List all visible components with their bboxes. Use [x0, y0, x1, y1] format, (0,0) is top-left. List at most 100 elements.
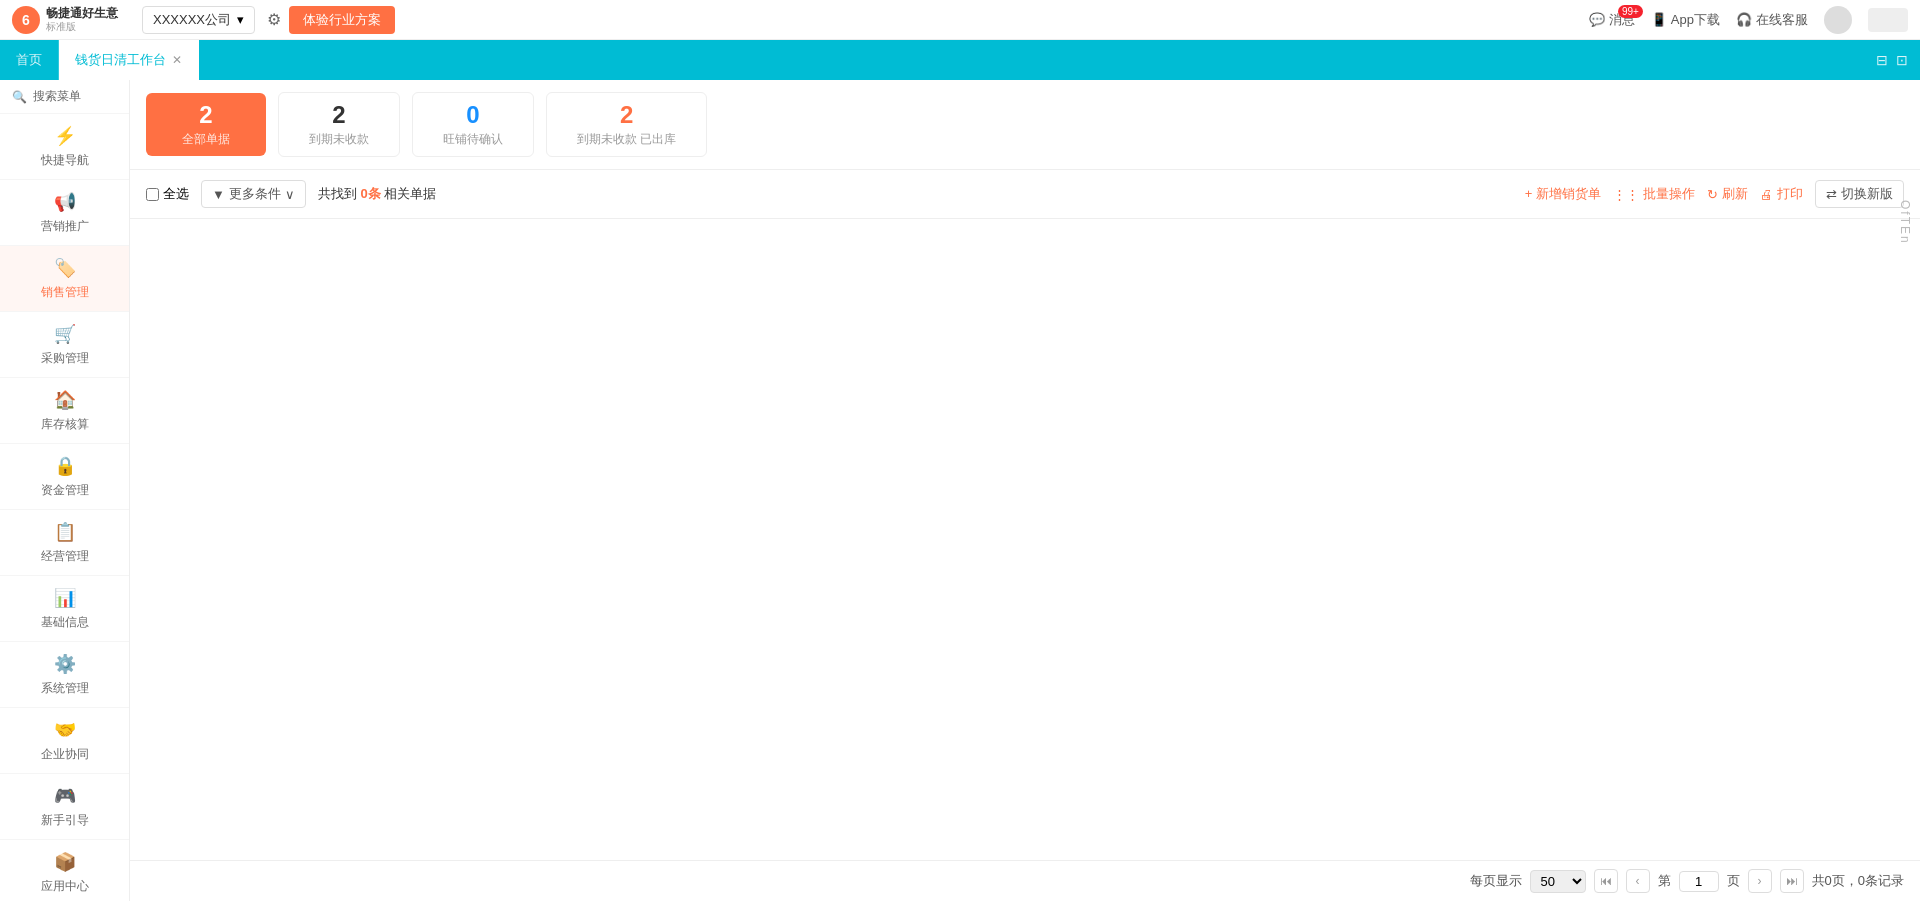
batch-label: 批量操作: [1643, 185, 1695, 203]
stat-all-label: 全部单据: [182, 131, 230, 148]
tab-minimize-icon[interactable]: ⊟: [1876, 52, 1888, 68]
marketing-icon: 📢: [53, 190, 77, 214]
prev-page-button[interactable]: ‹: [1626, 869, 1650, 893]
message-icon: 💬: [1589, 12, 1605, 27]
sidebar-item-label: 新手引导: [41, 812, 89, 829]
online-service-button[interactable]: 🎧 在线客服: [1736, 11, 1808, 29]
page-input[interactable]: [1679, 871, 1719, 892]
sidebar-item-label: 系统管理: [41, 680, 89, 697]
company-name: XXXXXX公司: [153, 11, 231, 29]
sidebar-item-finance[interactable]: 🔒 资金管理: [0, 444, 129, 510]
purchase-icon: 🛒: [53, 322, 77, 346]
sidebar-item-label: 库存核算: [41, 416, 89, 433]
operations-icon: 📋: [53, 520, 77, 544]
total-info: 共0页，0条记录: [1812, 872, 1904, 890]
tab-actions-right: ⊟ ⊡: [1876, 52, 1920, 68]
per-page-select[interactable]: 50 100 200: [1530, 870, 1586, 893]
sidebar-item-basics[interactable]: 📊 基础信息: [0, 576, 129, 642]
print-label: 打印: [1777, 185, 1803, 203]
stat-all-number: 2: [199, 101, 212, 129]
stat-shipped-number: 2: [620, 101, 633, 129]
sidebar-item-marketing[interactable]: 📢 营销推广: [0, 180, 129, 246]
refresh-label: 刷新: [1722, 185, 1748, 203]
tab-maximize-icon[interactable]: ⊡: [1896, 52, 1908, 68]
print-button[interactable]: 🖨 打印: [1760, 185, 1803, 203]
user-name[interactable]: [1868, 8, 1908, 32]
system-icon: ⚙️: [53, 652, 77, 676]
gear-icon[interactable]: ⚙: [267, 10, 281, 29]
guide-icon: 🎮: [53, 784, 77, 808]
stats-row: 2 全部单据 2 到期未收款 0 旺铺待确认 2 到期未收款 已出库: [130, 80, 1920, 170]
stat-card-all[interactable]: 2 全部单据: [146, 93, 266, 156]
stat-card-shipped[interactable]: 2 到期未收款 已出库: [546, 92, 707, 157]
tab-home-label: 首页: [16, 51, 42, 69]
select-all-input[interactable]: [146, 188, 159, 201]
filter-button[interactable]: ▼ 更多条件 ∨: [201, 180, 306, 208]
header-actions: ⚙ 体验行业方案: [267, 6, 395, 34]
sidebar-item-system[interactable]: ⚙️ 系统管理: [0, 642, 129, 708]
batch-operation-button[interactable]: ⋮⋮ 批量操作: [1613, 185, 1695, 203]
first-page-button[interactable]: ⏮: [1594, 869, 1618, 893]
sidebar-search[interactable]: 🔍 搜索菜单: [0, 80, 129, 114]
stat-card-pending[interactable]: 0 旺铺待确认: [412, 92, 534, 157]
sidebar-item-quicknav[interactable]: ⚡ 快捷导航: [0, 114, 129, 180]
switch-version-button[interactable]: ⇄ 切换新版: [1815, 180, 1904, 208]
sidebar: 🔍 搜索菜单 ⚡ 快捷导航 📢 营销推广 🏷️ 销售管理 🛒 采购管理 🏠 库存…: [0, 80, 130, 901]
online-service-label: 在线客服: [1756, 11, 1808, 29]
often-label: OfTEn: [1898, 200, 1912, 781]
page-label: 第: [1658, 872, 1671, 890]
stat-pending-label: 旺铺待确认: [443, 131, 503, 148]
top-header: 6 畅捷通好生意 标准版 XXXXXX公司 ▾ ⚙ 体验行业方案 💬 消息 99…: [0, 0, 1920, 40]
sidebar-item-enterprise[interactable]: 🤝 企业协同: [0, 708, 129, 774]
logo-sub: 标准版: [46, 21, 118, 33]
quicknav-icon: ⚡: [53, 124, 77, 148]
tab-close-icon[interactable]: ✕: [172, 53, 182, 67]
stat-shipped-label: 到期未收款 已出库: [577, 131, 676, 148]
sidebar-item-operations[interactable]: 📋 经营管理: [0, 510, 129, 576]
appcenter-icon: 📦: [53, 850, 77, 874]
search-icon: 🔍: [12, 90, 27, 104]
found-count: 0条: [361, 186, 381, 201]
refresh-button[interactable]: ↻ 刷新: [1707, 185, 1748, 203]
sidebar-item-sales[interactable]: 🏷️ 销售管理: [0, 246, 129, 312]
experience-button[interactable]: 体验行业方案: [289, 6, 395, 34]
enterprise-icon: 🤝: [53, 718, 77, 742]
header-right: 💬 消息 99+ 📱 App下载 🎧 在线客服: [1589, 6, 1908, 34]
last-page-button[interactable]: ⏭: [1780, 869, 1804, 893]
footer-pagination: 每页显示 50 100 200 ⏮ ‹ 第 页 › ⏭ 共0页，0条记录: [130, 860, 1920, 901]
stat-overdue-label: 到期未收款: [309, 131, 369, 148]
user-avatar[interactable]: [1824, 6, 1852, 34]
stat-overdue-number: 2: [332, 101, 345, 129]
messages-button[interactable]: 💬 消息 99+: [1589, 11, 1635, 29]
sidebar-item-purchase[interactable]: 🛒 采购管理: [0, 312, 129, 378]
search-menu-label: 搜索菜单: [33, 88, 81, 105]
toolbar-right: + 新增销货单 ⋮⋮ 批量操作 ↻ 刷新 🖨 打印 ⇄ 切换新版: [1525, 180, 1904, 208]
select-all-checkbox[interactable]: 全选: [146, 185, 189, 203]
sidebar-item-label: 应用中心: [41, 878, 89, 895]
sidebar-item-inventory[interactable]: 🏠 库存核算: [0, 378, 129, 444]
switch-label: 切换新版: [1841, 185, 1893, 203]
tab-home[interactable]: 首页: [0, 40, 59, 80]
company-selector[interactable]: XXXXXX公司 ▾: [142, 6, 255, 34]
found-text: 共找到 0条 相关单据: [318, 185, 436, 203]
print-icon: 🖨: [1760, 187, 1773, 202]
per-page-label: 每页显示: [1470, 872, 1522, 890]
sidebar-item-appcenter[interactable]: 📦 应用中心: [0, 840, 129, 901]
logo-title: 畅捷通好生意: [46, 6, 118, 20]
stat-card-overdue[interactable]: 2 到期未收款: [278, 92, 400, 157]
add-sales-order-button[interactable]: + 新增销货单: [1525, 185, 1601, 203]
sidebar-item-label: 营销推广: [41, 218, 89, 235]
sidebar-item-guide[interactable]: 🎮 新手引导: [0, 774, 129, 840]
basics-icon: 📊: [53, 586, 77, 610]
tab-workbench[interactable]: 钱货日清工作台 ✕: [59, 40, 199, 80]
refresh-icon: ↻: [1707, 187, 1718, 202]
sidebar-item-label: 基础信息: [41, 614, 89, 631]
inventory-icon: 🏠: [53, 388, 77, 412]
sidebar-item-label: 经营管理: [41, 548, 89, 565]
next-page-button[interactable]: ›: [1748, 869, 1772, 893]
app-download-button[interactable]: 📱 App下载: [1651, 11, 1720, 29]
filter-icon: ▼: [212, 187, 225, 202]
tab-workbench-label: 钱货日清工作台: [75, 51, 166, 69]
page-suffix: 页: [1727, 872, 1740, 890]
download-icon: 📱: [1651, 12, 1667, 27]
